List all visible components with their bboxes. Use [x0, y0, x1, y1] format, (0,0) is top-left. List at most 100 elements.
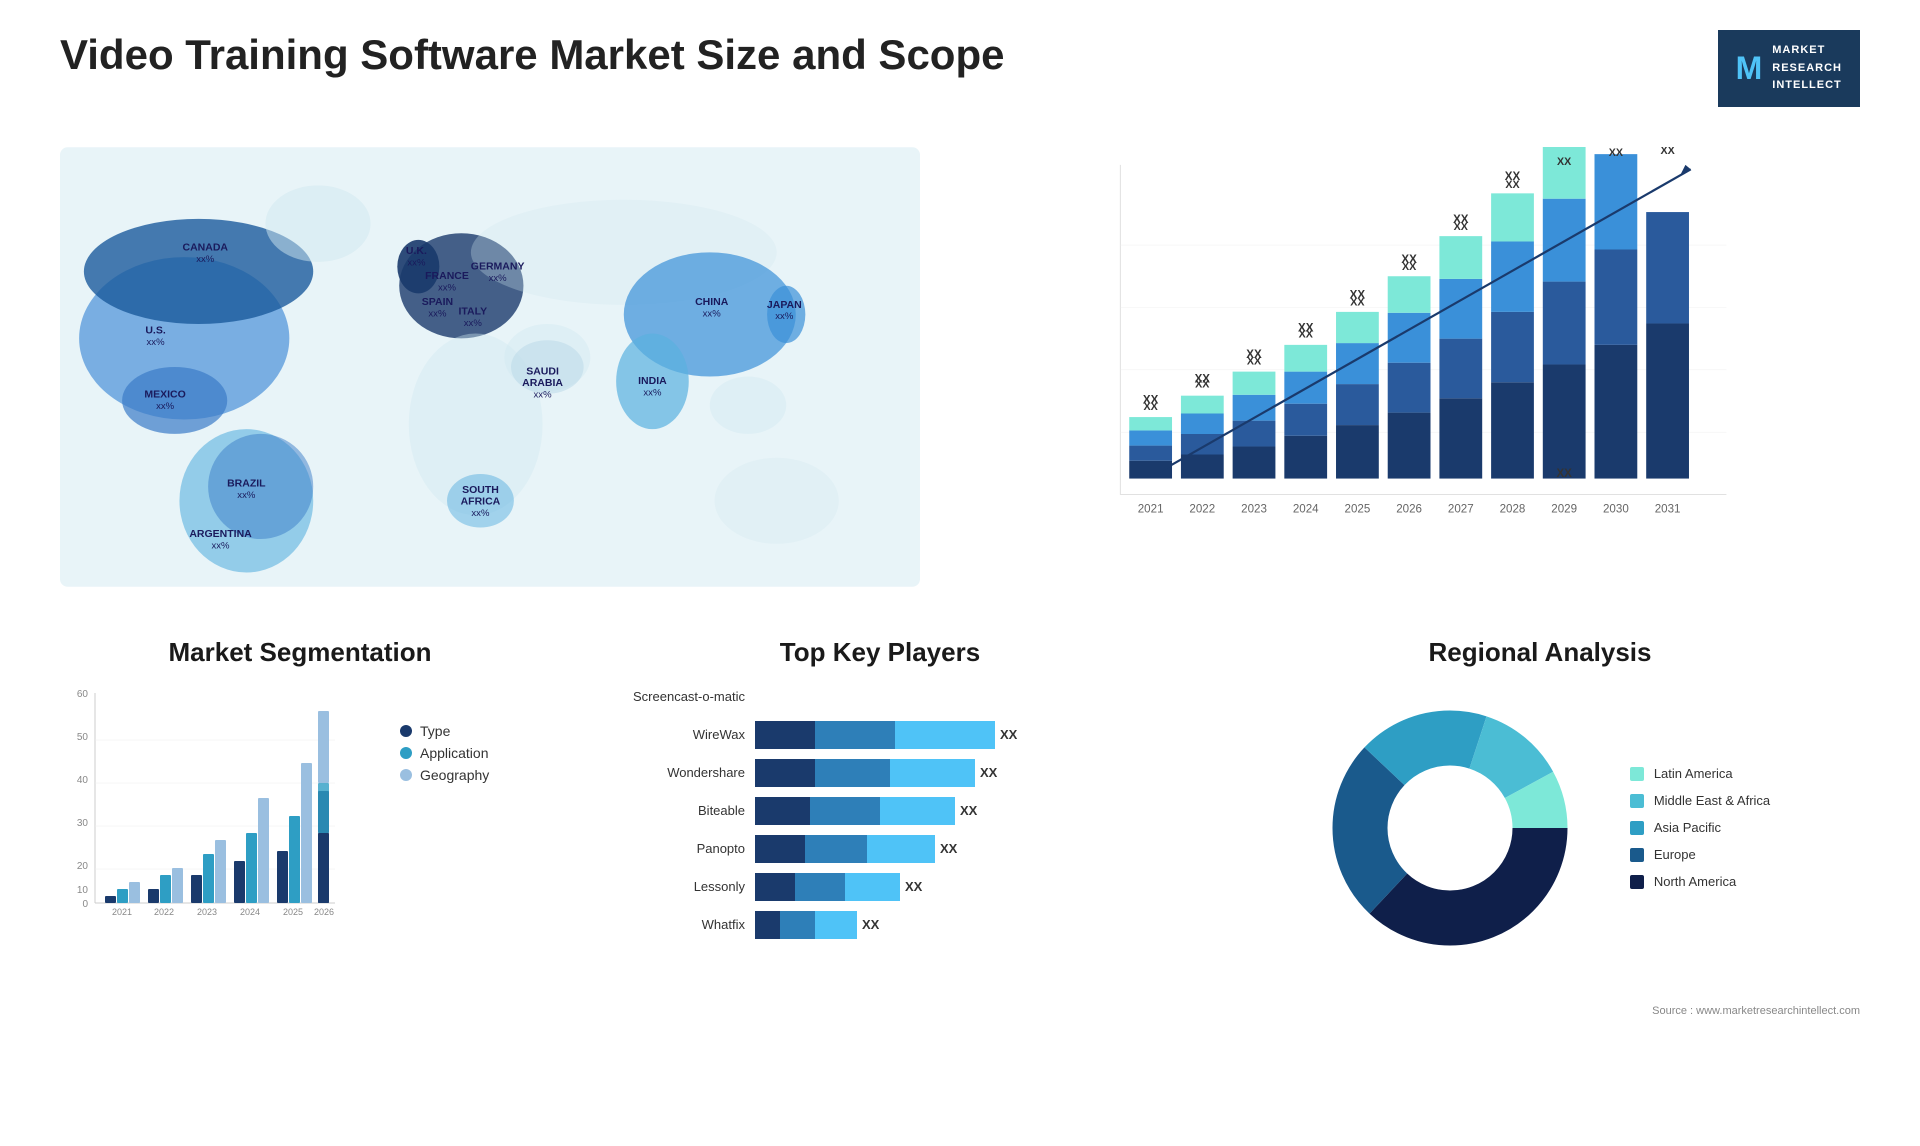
svg-text:xx%: xx%: [196, 254, 215, 265]
svg-text:20: 20: [77, 861, 89, 872]
svg-text:xx%: xx%: [156, 401, 175, 412]
svg-text:xx%: xx%: [464, 318, 483, 329]
svg-text:ARABIA: ARABIA: [522, 377, 563, 389]
player-bar-screencast: [755, 683, 1180, 711]
legend-middle-east-label: Middle East & Africa: [1654, 793, 1770, 808]
page-container: Video Training Software Market Size and …: [0, 0, 1920, 1146]
svg-text:JAPAN: JAPAN: [767, 299, 802, 311]
legend-middle-east: Middle East & Africa: [1630, 793, 1770, 808]
legend-europe: Europe: [1630, 847, 1770, 862]
player-row-whatfix: Whatfix XX: [580, 911, 1180, 939]
svg-text:ITALY: ITALY: [459, 305, 488, 317]
svg-text:2025: 2025: [283, 907, 303, 917]
legend-application: Application: [400, 745, 489, 761]
svg-text:2023: 2023: [197, 907, 217, 917]
players-title: Top Key Players: [580, 637, 1180, 668]
svg-text:2021: 2021: [1138, 503, 1164, 515]
svg-text:MEXICO: MEXICO: [144, 388, 185, 400]
svg-text:2025: 2025: [1345, 503, 1371, 515]
svg-text:2022: 2022: [154, 907, 174, 917]
player-row-screencast: Screencast-o-matic: [580, 683, 1180, 711]
svg-text:XX: XX: [1402, 261, 1417, 273]
svg-text:XX: XX: [1454, 221, 1469, 233]
player-xx-lessonly: XX: [905, 879, 922, 894]
player-xx-whatfix: XX: [862, 917, 879, 932]
legend-type: Type: [400, 723, 489, 739]
svg-text:xx%: xx%: [438, 282, 457, 293]
player-row-lessonly: Lessonly XX: [580, 873, 1180, 901]
svg-text:XX: XX: [1556, 468, 1572, 480]
legend-geography-label: Geography: [420, 767, 489, 783]
bar-chart-container: XX XX XX XX: [960, 127, 1860, 607]
svg-text:2021: 2021: [112, 907, 132, 917]
svg-text:xx%: xx%: [489, 273, 508, 284]
svg-text:SOUTH: SOUTH: [462, 484, 499, 496]
player-name-screencast: Screencast-o-matic: [580, 689, 745, 704]
legend-asia-pacific: Asia Pacific: [1630, 820, 1770, 835]
svg-text:2026: 2026: [314, 907, 334, 917]
svg-text:xx%: xx%: [237, 490, 256, 501]
svg-text:XX: XX: [1195, 378, 1210, 390]
svg-text:xx%: xx%: [428, 308, 447, 319]
player-name-biteable: Biteable: [580, 803, 745, 818]
svg-text:xx%: xx%: [534, 389, 553, 400]
legend-latin-america: Latin America: [1630, 766, 1770, 781]
svg-text:xx%: xx%: [643, 387, 662, 398]
regional-title: Regional Analysis: [1220, 637, 1860, 668]
source-text: Source : www.marketresearchintellect.com: [1652, 1005, 1860, 1017]
player-row-biteable: Biteable XX: [580, 797, 1180, 825]
svg-text:XX: XX: [1505, 179, 1520, 191]
svg-text:ARGENTINA: ARGENTINA: [189, 528, 252, 540]
page-title: Video Training Software Market Size and …: [60, 30, 1004, 80]
players-chart: Screencast-o-matic WireWax XX: [580, 683, 1180, 939]
svg-text:SAUDI: SAUDI: [526, 365, 559, 377]
legend-europe-label: Europe: [1654, 847, 1696, 862]
donut-chart: [1310, 688, 1590, 968]
player-xx-wondershare: XX: [980, 765, 997, 780]
legend-asia-pacific-label: Asia Pacific: [1654, 820, 1721, 835]
svg-text:AFRICA: AFRICA: [461, 495, 501, 507]
regional-container: Regional Analysis: [1220, 637, 1860, 1017]
svg-text:0: 0: [82, 899, 88, 910]
logo-area: M MARKET RESEARCH INTELLECT: [1718, 30, 1860, 107]
svg-text:2031: 2031: [1655, 503, 1681, 515]
player-name-wondershare: Wondershare: [580, 765, 745, 780]
svg-text:10: 10: [77, 885, 89, 896]
logo-box: M MARKET RESEARCH INTELLECT: [1718, 30, 1860, 107]
svg-text:2024: 2024: [1293, 503, 1319, 515]
svg-text:2027: 2027: [1448, 503, 1474, 515]
segmentation-chart: 60 50 40 30 20 10 0: [60, 683, 340, 943]
logo-text: MARKET RESEARCH INTELLECT: [1772, 42, 1842, 95]
legend-type-dot: [400, 725, 412, 737]
players-container: Top Key Players Screencast-o-matic WireW…: [580, 637, 1180, 1017]
legend-geography: Geography: [400, 767, 489, 783]
legend-europe-color: [1630, 848, 1644, 862]
segmentation-container: Market Segmentation 60 50 40 30 20 10 0: [60, 637, 540, 1017]
donut-legend: Latin America Middle East & Africa Asia …: [1630, 766, 1770, 889]
svg-text:40: 40: [77, 775, 89, 786]
svg-text:xx%: xx%: [775, 311, 794, 322]
svg-text:2023: 2023: [1241, 503, 1267, 515]
legend-middle-east-color: [1630, 794, 1644, 808]
world-map-svg: CANADA xx% U.S. xx% MEXICO xx% BRAZIL xx…: [60, 127, 920, 607]
svg-text:xx%: xx%: [147, 337, 166, 348]
player-xx-wirewax: XX: [1000, 727, 1017, 742]
svg-text:60: 60: [77, 689, 89, 700]
legend-latin-america-label: Latin America: [1654, 766, 1733, 781]
segmentation-title: Market Segmentation: [60, 637, 540, 668]
svg-text:XX: XX: [1609, 147, 1624, 159]
svg-text:2029: 2029: [1551, 503, 1577, 515]
svg-text:30: 30: [77, 818, 89, 829]
legend-latin-america-color: [1630, 767, 1644, 781]
svg-text:2030: 2030: [1603, 503, 1629, 515]
legend-north-america: North America: [1630, 874, 1770, 889]
player-row-panopto: Panopto XX: [580, 835, 1180, 863]
svg-text:50: 50: [77, 732, 89, 743]
legend-north-america-label: North America: [1654, 874, 1736, 889]
svg-text:SPAIN: SPAIN: [422, 296, 453, 308]
player-name-wirewax: WireWax: [580, 727, 745, 742]
svg-text:2026: 2026: [1396, 503, 1422, 515]
svg-text:2022: 2022: [1189, 503, 1215, 515]
player-name-lessonly: Lessonly: [580, 879, 745, 894]
map-container: CANADA xx% U.S. xx% MEXICO xx% BRAZIL xx…: [60, 127, 920, 607]
